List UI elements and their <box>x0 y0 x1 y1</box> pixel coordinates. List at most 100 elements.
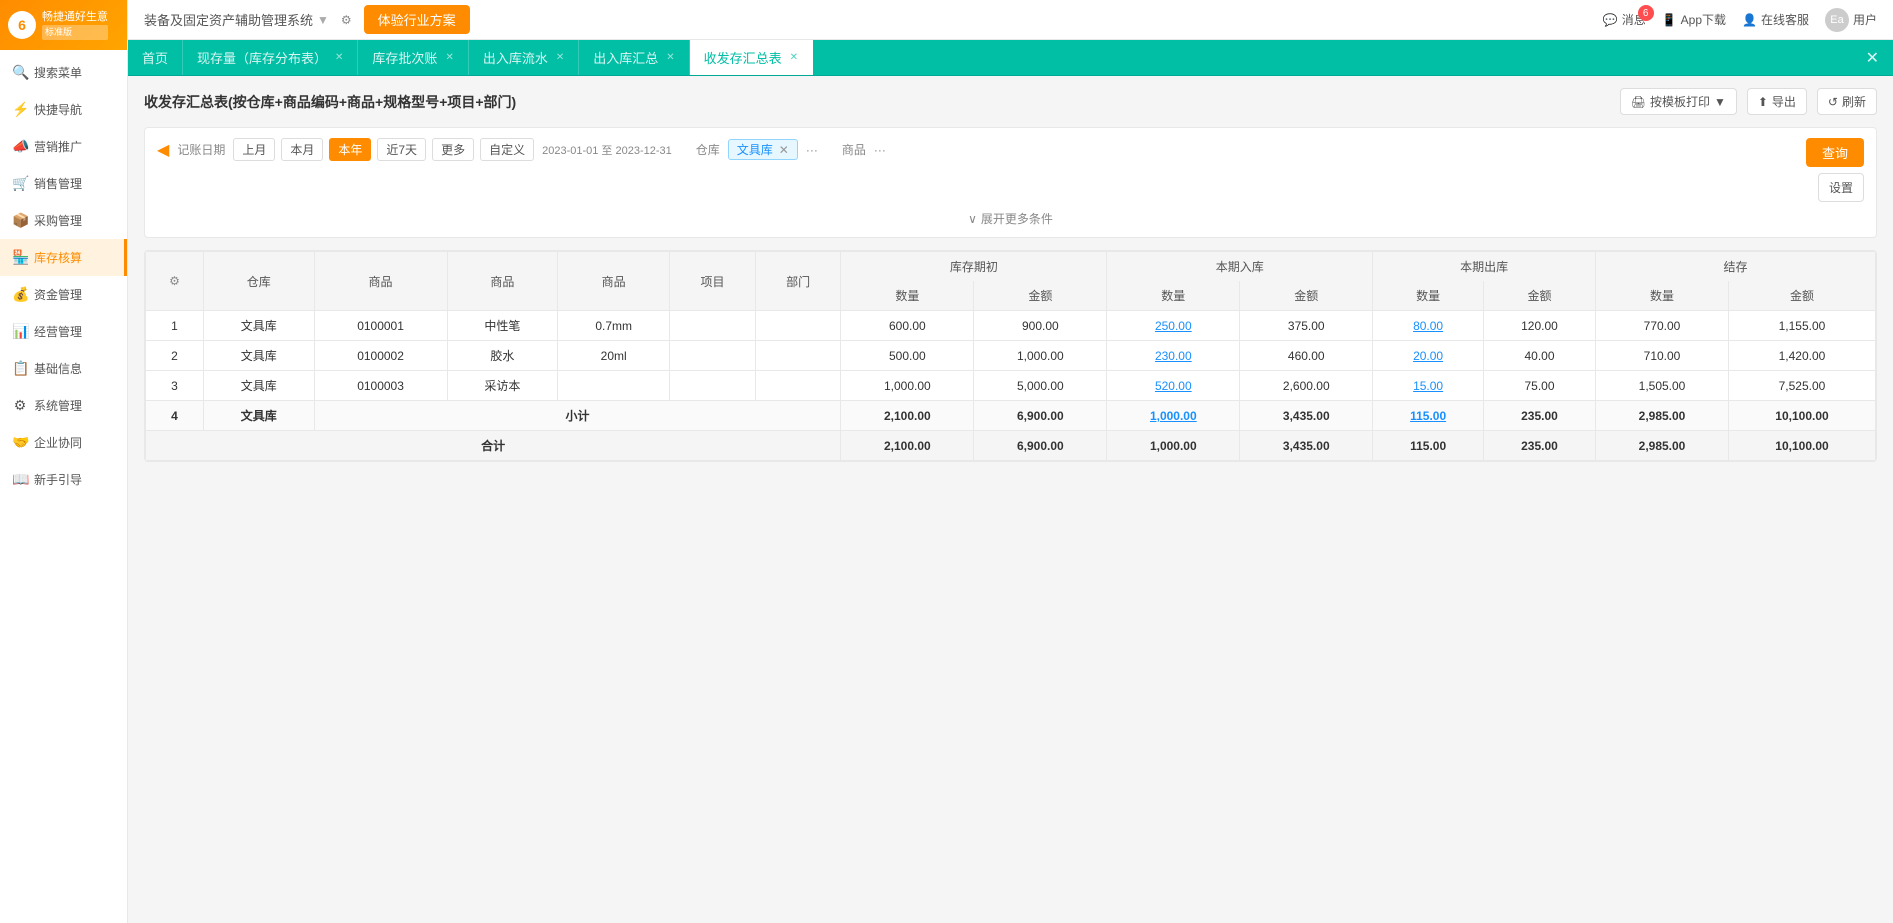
period-this-month[interactable]: 本月 <box>281 138 323 161</box>
avatar: Ea <box>1825 8 1849 32</box>
footer-in-qty: 1,000.00 <box>1107 431 1240 461</box>
page-title-bar: 收发存汇总表(按仓库+商品编码+商品+规格型号+项目+部门) 🖨 按模板打印 ▼… <box>144 88 1877 115</box>
col-out-qty: 数量 <box>1373 281 1484 311</box>
user-action[interactable]: Ea 用户 <box>1825 8 1877 32</box>
sidebar-item-marketing[interactable]: 📣 营销推广 <box>0 128 127 165</box>
subtotal-out-qty[interactable]: 115.00 <box>1373 401 1484 431</box>
tab-close-inout[interactable]: ✕ <box>556 52 564 63</box>
cell-in-qty[interactable]: 250.00 <box>1107 311 1240 341</box>
tab-close-stock[interactable]: ✕ <box>335 52 343 63</box>
trial-button[interactable]: 体验行业方案 <box>364 5 470 34</box>
export-button[interactable]: ⬆ 导出 <box>1747 88 1807 115</box>
table-settings-icon[interactable]: ⚙ <box>146 252 204 311</box>
query-button[interactable]: 查询 <box>1806 138 1864 167</box>
subtotal-open-qty: 2,100.00 <box>841 401 974 431</box>
main-area: 装备及固定资产辅助管理系统 ▼ ⚙ 体验行业方案 💬 消息 6 📱 App下载 … <box>128 0 1893 923</box>
app-download-action[interactable]: 📱 App下载 <box>1662 11 1726 28</box>
period-custom[interactable]: 自定义 <box>480 138 534 161</box>
sidebar-item-search[interactable]: 🔍 搜索菜单 <box>0 54 127 91</box>
sidebar-item-collab[interactable]: 🤝 企业协同 <box>0 424 127 461</box>
filter-collapse-icon[interactable]: ◀ <box>157 140 169 160</box>
cell-in-qty[interactable]: 230.00 <box>1107 341 1240 371</box>
period-more[interactable]: 更多 <box>432 138 474 161</box>
period-this-year[interactable]: 本年 <box>329 138 371 161</box>
subtotal-in-qty[interactable]: 1,000.00 <box>1107 401 1240 431</box>
col-header-warehouse: 仓库 <box>203 252 314 311</box>
col-in-qty: 数量 <box>1107 281 1240 311</box>
subtotal-warehouse: 文具库 <box>203 401 314 431</box>
col-in-amt: 金额 <box>1240 281 1373 311</box>
cell-code: 0100002 <box>314 341 447 371</box>
tab-recsum[interactable]: 收发存汇总表 ✕ <box>690 40 813 75</box>
warehouse-tag-remove[interactable]: ✕ <box>779 143 789 157</box>
tab-stock[interactable]: 现存量（库存分布表） ✕ <box>183 40 358 75</box>
cell-project <box>670 371 756 401</box>
sidebar-item-inventory[interactable]: 🏪 库存核算 <box>0 239 127 276</box>
sidebar-item-finance[interactable]: 💰 资金管理 <box>0 276 127 313</box>
cell-out-qty[interactable]: 15.00 <box>1373 371 1484 401</box>
subtotal-label: 小计 <box>314 401 841 431</box>
system-selector[interactable]: 装备及固定资产辅助管理系统 ▼ <box>144 10 329 29</box>
cell-in-qty[interactable]: 520.00 <box>1107 371 1240 401</box>
tab-bar-close-btn[interactable]: ✕ <box>1852 48 1893 68</box>
tab-summary[interactable]: 出入库汇总 ✕ <box>579 40 689 75</box>
goods-more-icon[interactable]: ··· <box>874 143 886 157</box>
tab-close-recsum[interactable]: ✕ <box>790 52 798 63</box>
period-7days[interactable]: 近7天 <box>377 138 426 161</box>
service-icon: 👤 <box>1742 13 1757 27</box>
tab-inout[interactable]: 出入库流水 ✕ <box>469 40 579 75</box>
subtotal-open-amt: 6,900.00 <box>974 401 1107 431</box>
tab-batch[interactable]: 库存批次账 ✕ <box>358 40 468 75</box>
cell-open-amt: 1,000.00 <box>974 341 1107 371</box>
table-row: 3 文具库 0100003 采访本 1,000.00 5,000.00 520.… <box>146 371 1876 401</box>
cell-out-amt: 40.00 <box>1483 341 1595 371</box>
col-bal-qty: 数量 <box>1596 281 1729 311</box>
search-icon: 🔍 <box>12 64 28 81</box>
table-row: 1 文具库 0100001 中性笔 0.7mm 600.00 900.00 25… <box>146 311 1876 341</box>
period-last-month[interactable]: 上月 <box>233 138 275 161</box>
filter-settings-button[interactable]: 设置 <box>1818 173 1864 202</box>
sidebar-item-system[interactable]: ⚙ 系统管理 <box>0 387 127 424</box>
message-icon: 💬 <box>1603 13 1618 27</box>
footer-out-amt: 235.00 <box>1483 431 1595 461</box>
col-bal-amt: 金额 <box>1728 281 1875 311</box>
box-icon: 📦 <box>12 212 28 229</box>
warehouse-more-icon[interactable]: ··· <box>806 143 818 157</box>
sidebar-item-purchase[interactable]: 📦 采购管理 <box>0 202 127 239</box>
warehouse-tag: 文具库 ✕ <box>728 139 798 160</box>
tab-home[interactable]: 首页 <box>128 40 183 75</box>
cell-project <box>670 341 756 371</box>
cell-dept <box>755 371 841 401</box>
cell-seq: 2 <box>146 341 204 371</box>
print-template-button[interactable]: 🖨 按模板打印 ▼ <box>1620 88 1737 115</box>
tab-close-summary[interactable]: ✕ <box>666 52 674 63</box>
logo-text: 畅捷通好生意 标准版 <box>42 10 108 40</box>
cell-project <box>670 311 756 341</box>
header-left: 装备及固定资产辅助管理系统 ▼ ⚙ 体验行业方案 <box>144 5 470 34</box>
cell-out-qty[interactable]: 20.00 <box>1373 341 1484 371</box>
col-header-code: 商品 <box>314 252 447 311</box>
cart-icon: 🛒 <box>12 175 28 192</box>
online-service-action[interactable]: 👤 在线客服 <box>1742 11 1809 28</box>
store-icon: 🏪 <box>12 249 28 266</box>
sidebar-item-guide[interactable]: 📖 新手引导 <box>0 461 127 498</box>
chart-icon: 📊 <box>12 323 28 340</box>
settings-icon[interactable]: ⚙ <box>341 13 352 27</box>
cell-out-qty[interactable]: 80.00 <box>1373 311 1484 341</box>
refresh-button[interactable]: ↺ 刷新 <box>1817 88 1877 115</box>
table-footer-row: 合计 2,100.00 6,900.00 1,000.00 3,435.00 1… <box>146 431 1876 461</box>
footer-bal-amt: 10,100.00 <box>1728 431 1875 461</box>
sidebar-logo: 6 畅捷通好生意 标准版 <box>0 0 127 50</box>
sidebar-item-quick[interactable]: ⚡ 快捷导航 <box>0 91 127 128</box>
message-action[interactable]: 💬 消息 6 <box>1603 11 1646 28</box>
tab-close-batch[interactable]: ✕ <box>445 52 453 63</box>
cell-out-amt: 75.00 <box>1483 371 1595 401</box>
sidebar-item-sales[interactable]: 🛒 销售管理 <box>0 165 127 202</box>
expand-more-button[interactable]: ∨ 展开更多条件 <box>157 210 1864 227</box>
sidebar-item-operations[interactable]: 📊 经营管理 <box>0 313 127 350</box>
book-icon: 📖 <box>12 471 28 488</box>
mobile-icon: 📱 <box>1662 13 1677 27</box>
sidebar-item-basic[interactable]: 📋 基础信息 <box>0 350 127 387</box>
footer-out-qty: 115.00 <box>1373 431 1484 461</box>
cell-out-amt: 120.00 <box>1483 311 1595 341</box>
